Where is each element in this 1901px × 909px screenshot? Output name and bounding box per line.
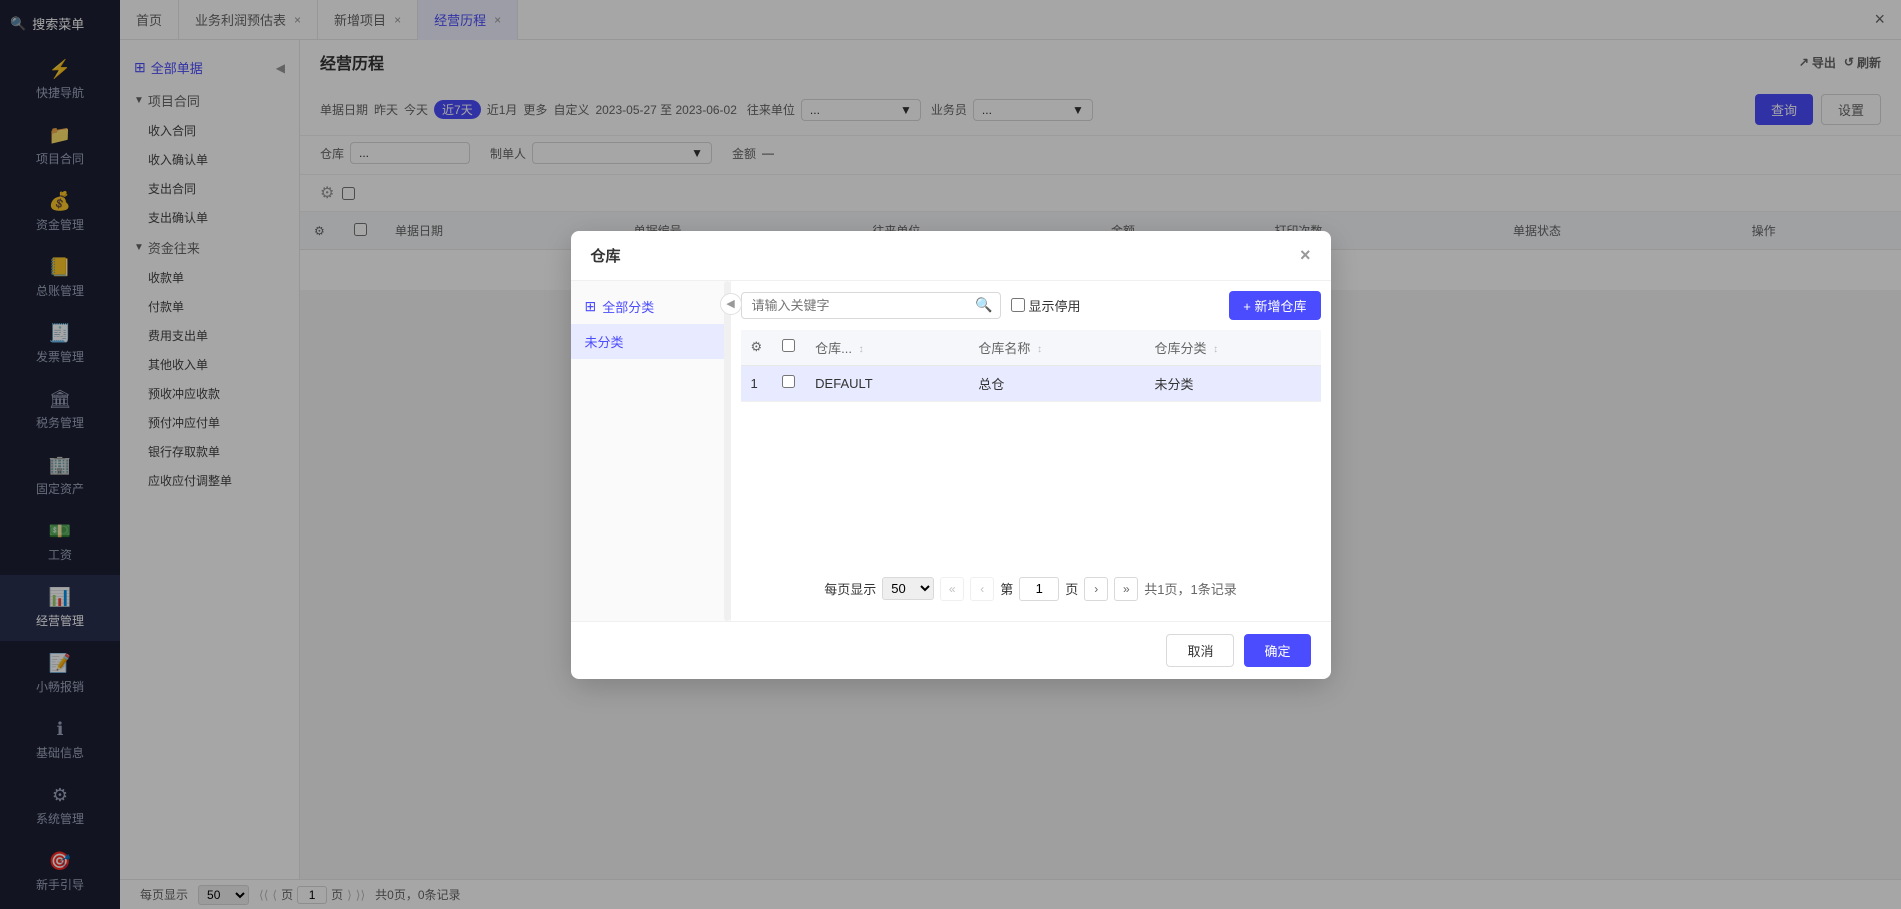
page-per-label: 每页显示 xyxy=(824,579,876,598)
modal-header: 仓库 × xyxy=(571,231,1331,281)
show-disabled-checkbox[interactable] xyxy=(1011,298,1025,312)
page-next-button[interactable]: › xyxy=(1084,577,1108,601)
row-checkbox[interactable] xyxy=(782,375,795,388)
modal-title: 仓库 xyxy=(591,245,621,266)
warehouse-pagination: 每页显示 50 100 « ‹ 第 页 › » 共1页，1条记录 xyxy=(741,567,1321,611)
modal-footer: 取消 确定 xyxy=(571,621,1331,679)
row-check[interactable] xyxy=(772,365,805,401)
warehouse-modal: 仓库 × ⊞ 全部分类 ◀ 未分类 🔍 显示停用 xyxy=(571,231,1331,679)
page-prev-button[interactable]: ‹ xyxy=(970,577,994,601)
modal-close-button[interactable]: × xyxy=(1300,245,1311,266)
add-warehouse-button[interactable]: + 新增仓库 xyxy=(1229,291,1320,320)
page-unit: 页 xyxy=(1065,579,1078,598)
category-collapse-button[interactable]: ◀ xyxy=(720,293,742,315)
warehouse-check-all[interactable] xyxy=(782,339,795,352)
show-disabled-option[interactable]: 显示停用 xyxy=(1011,296,1081,315)
modal-body: ⊞ 全部分类 ◀ 未分类 🔍 显示停用 + 新增仓库 xyxy=(571,281,1331,621)
warehouse-col-category[interactable]: 仓库分类 ↕ xyxy=(1144,330,1320,366)
category-item-unclassified[interactable]: 未分类 xyxy=(571,324,730,359)
warehouse-col-code[interactable]: 仓库... ↕ xyxy=(805,330,968,366)
category-all[interactable]: ⊞ 全部分类 xyxy=(571,289,730,324)
page-first-button[interactable]: « xyxy=(940,577,964,601)
warehouse-col-check xyxy=(772,330,805,366)
row-name: 总仓 xyxy=(968,365,1144,401)
page-label: 第 xyxy=(1000,579,1013,598)
table-row[interactable]: 1 DEFAULT 总仓 未分类 xyxy=(741,365,1321,401)
row-code: DEFAULT xyxy=(805,365,968,401)
modal-cancel-button[interactable]: 取消 xyxy=(1166,634,1234,667)
page-last-button[interactable]: » xyxy=(1114,577,1138,601)
row-category: 未分类 xyxy=(1144,365,1320,401)
warehouse-col-gear: ⚙ xyxy=(741,330,773,366)
warehouse-table: ⚙ 仓库... ↕ 仓库名称 ↕ 仓库分类 ↕ 1 DEFAULT 总仓 xyxy=(741,330,1321,402)
category-all-label: 全部分类 xyxy=(602,297,654,316)
warehouse-content: 🔍 显示停用 + 新增仓库 ⚙ 仓库... ↕ 仓库名称 ↕ xyxy=(731,281,1331,621)
category-panel: ⊞ 全部分类 ◀ 未分类 xyxy=(571,281,731,621)
search-input-wrap: 🔍 xyxy=(741,292,1001,319)
warehouse-search-icon: 🔍 xyxy=(975,297,992,314)
modal-confirm-button[interactable]: 确定 xyxy=(1244,634,1310,667)
warehouse-toolbar: 🔍 显示停用 + 新增仓库 xyxy=(741,291,1321,320)
show-disabled-label: 显示停用 xyxy=(1029,296,1081,315)
warehouse-search-input[interactable] xyxy=(741,292,1001,319)
warehouse-col-name[interactable]: 仓库名称 ↕ xyxy=(968,330,1144,366)
grid-category-icon: ⊞ xyxy=(585,298,597,315)
warehouse-table-wrap: ⚙ 仓库... ↕ 仓库名称 ↕ 仓库分类 ↕ 1 DEFAULT 总仓 xyxy=(741,330,1321,567)
page-input[interactable] xyxy=(1019,577,1059,601)
category-scrollbar[interactable] xyxy=(724,281,730,621)
page-total: 共1页，1条记录 xyxy=(1144,579,1236,598)
page-size-select[interactable]: 50 100 xyxy=(882,577,934,600)
row-gear: 1 xyxy=(741,365,773,401)
